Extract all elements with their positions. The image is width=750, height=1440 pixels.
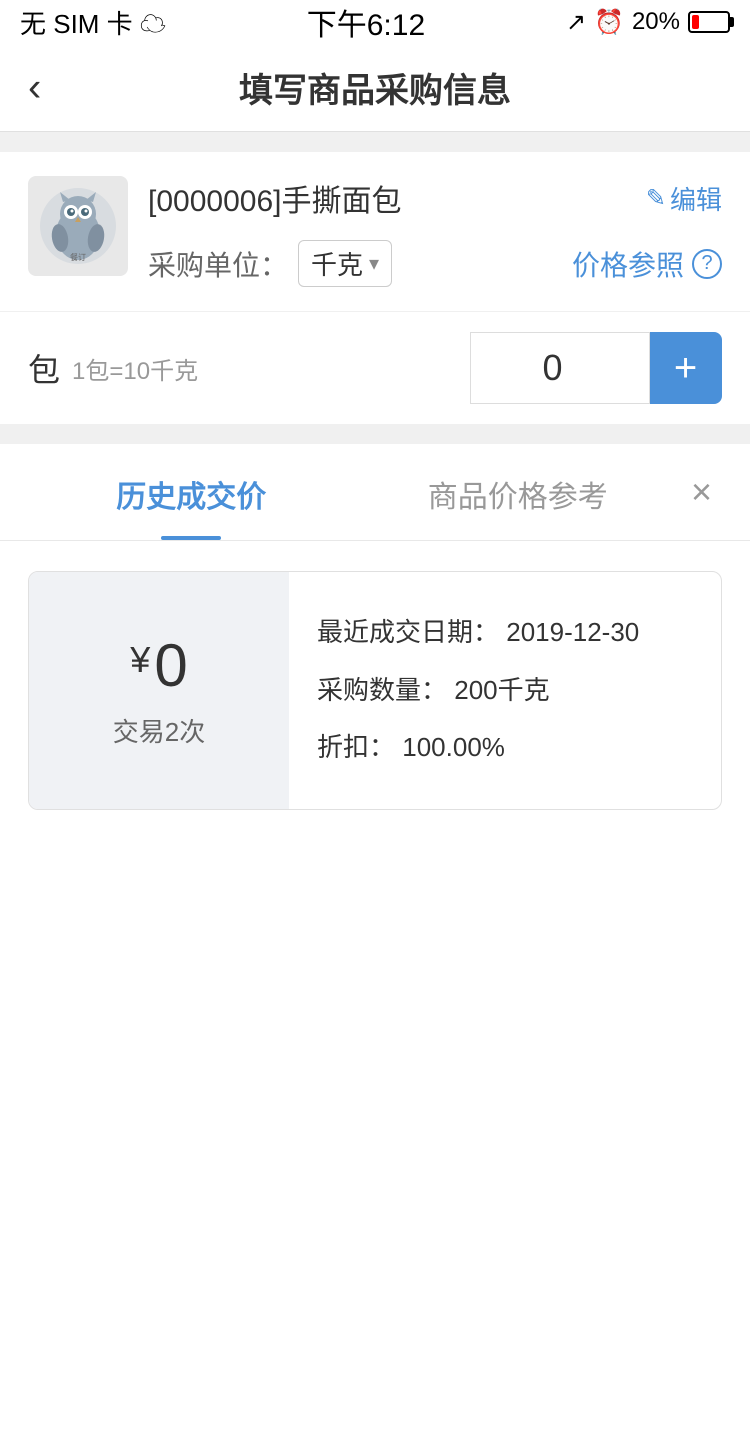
back-button[interactable]: ‹ [28,65,41,110]
transaction-price: ¥ 0 [130,631,187,700]
product-unit-row: 采购单位： 千克 ▾ 价格参照 ? [148,240,722,287]
page-title: 填写商品采购信息 [239,63,511,112]
last-trade-date-value: 2019-12-30 [506,617,639,647]
transaction-count: 交易2次 [113,712,205,749]
tab-history-price[interactable]: 历史成交价 [28,444,354,540]
battery-icon [688,11,730,33]
product-header: 餐订 [0000006]手撕面包 ✎ 编辑 采购单位： 千克 ▾ [28,176,722,287]
product-title-row: [0000006]手撕面包 ✎ 编辑 [148,176,722,220]
unit-label: 采购单位： 千克 ▾ [148,240,392,287]
edit-icon: ✎ [646,184,666,213]
last-trade-date-row: 最近成交日期： 2019-12-30 [317,612,693,654]
unit-text: 采购单位： [148,244,288,284]
discount-label: 折扣： [317,732,395,762]
discount-row: 折扣： 100.00% [317,727,693,769]
price-currency-symbol: ¥ [130,639,150,681]
tab-section: 历史成交价 商品价格参考 × ¥ 0 交易2次 最近成交日期： 2019-12-… [0,444,750,1440]
price-number: 0 [154,631,187,700]
last-trade-date-label: 最近成交日期： [317,617,499,647]
price-ref-info-icon: ? [692,249,722,279]
purchase-quantity-label: 采购数量： [317,675,447,705]
transaction-card: ¥ 0 交易2次 最近成交日期： 2019-12-30 采购数量： 200千克 … [28,571,722,810]
status-right: ↗ ⏰ 20% [566,8,730,37]
status-time: 下午6:12 [307,0,425,44]
tab-price-reference[interactable]: 商品价格参考 [354,444,680,540]
svg-text:餐订: 餐订 [70,252,86,262]
quantity-plus-button[interactable]: + [650,332,722,404]
quantity-label: 包 1包=10千克 [28,345,198,391]
nav-bar: ‹ 填写商品采购信息 [0,44,750,132]
status-left: 无 SIM 卡 ☁ [20,4,166,41]
location-icon: ↗ [566,8,586,37]
quantity-convert: 1包=10千克 [72,351,198,386]
alarm-icon: ⏰ [594,8,624,37]
discount-value: 100.00% [402,732,505,762]
product-name: [0000006]手撕面包 [148,176,401,220]
quantity-row: 包 1包=10千克 + [0,311,750,424]
dropdown-arrow-icon: ▾ [369,251,379,276]
product-info: [0000006]手撕面包 ✎ 编辑 采购单位： 千克 ▾ 价格参照 ? [148,176,722,287]
product-thumbnail: 餐订 [28,176,128,276]
price-ref-label: 价格参照 [572,244,684,284]
product-thumb-svg: 餐订 [38,186,118,266]
price-reference-button[interactable]: 价格参照 ? [572,244,722,284]
quantity-unit: 包 [28,345,60,391]
no-sim-text: 无 SIM 卡 ☁ [20,4,166,41]
edit-label: 编辑 [670,180,722,217]
quantity-controls: + [470,332,722,404]
unit-dropdown[interactable]: 千克 ▾ [298,240,392,287]
product-card: 餐订 [0000006]手撕面包 ✎ 编辑 采购单位： 千克 ▾ [0,152,750,311]
purchase-quantity-row: 采购数量： 200千克 [317,670,693,712]
status-bar: 无 SIM 卡 ☁ 下午6:12 ↗ ⏰ 20% [0,0,750,44]
unit-value: 千克 [311,245,363,282]
edit-button[interactable]: ✎ 编辑 [646,180,722,217]
tab-bar: 历史成交价 商品价格参考 × [0,444,750,541]
purchase-quantity-value: 200千克 [454,675,549,705]
transaction-price-panel: ¥ 0 交易2次 [29,572,289,809]
quantity-input[interactable] [470,332,650,404]
battery-percent: 20% [632,8,680,36]
empty-space [0,840,750,1440]
transaction-details: 最近成交日期： 2019-12-30 采购数量： 200千克 折扣： 100.0… [289,572,721,809]
tab-close-button[interactable]: × [681,451,722,533]
separator-top [0,132,750,152]
